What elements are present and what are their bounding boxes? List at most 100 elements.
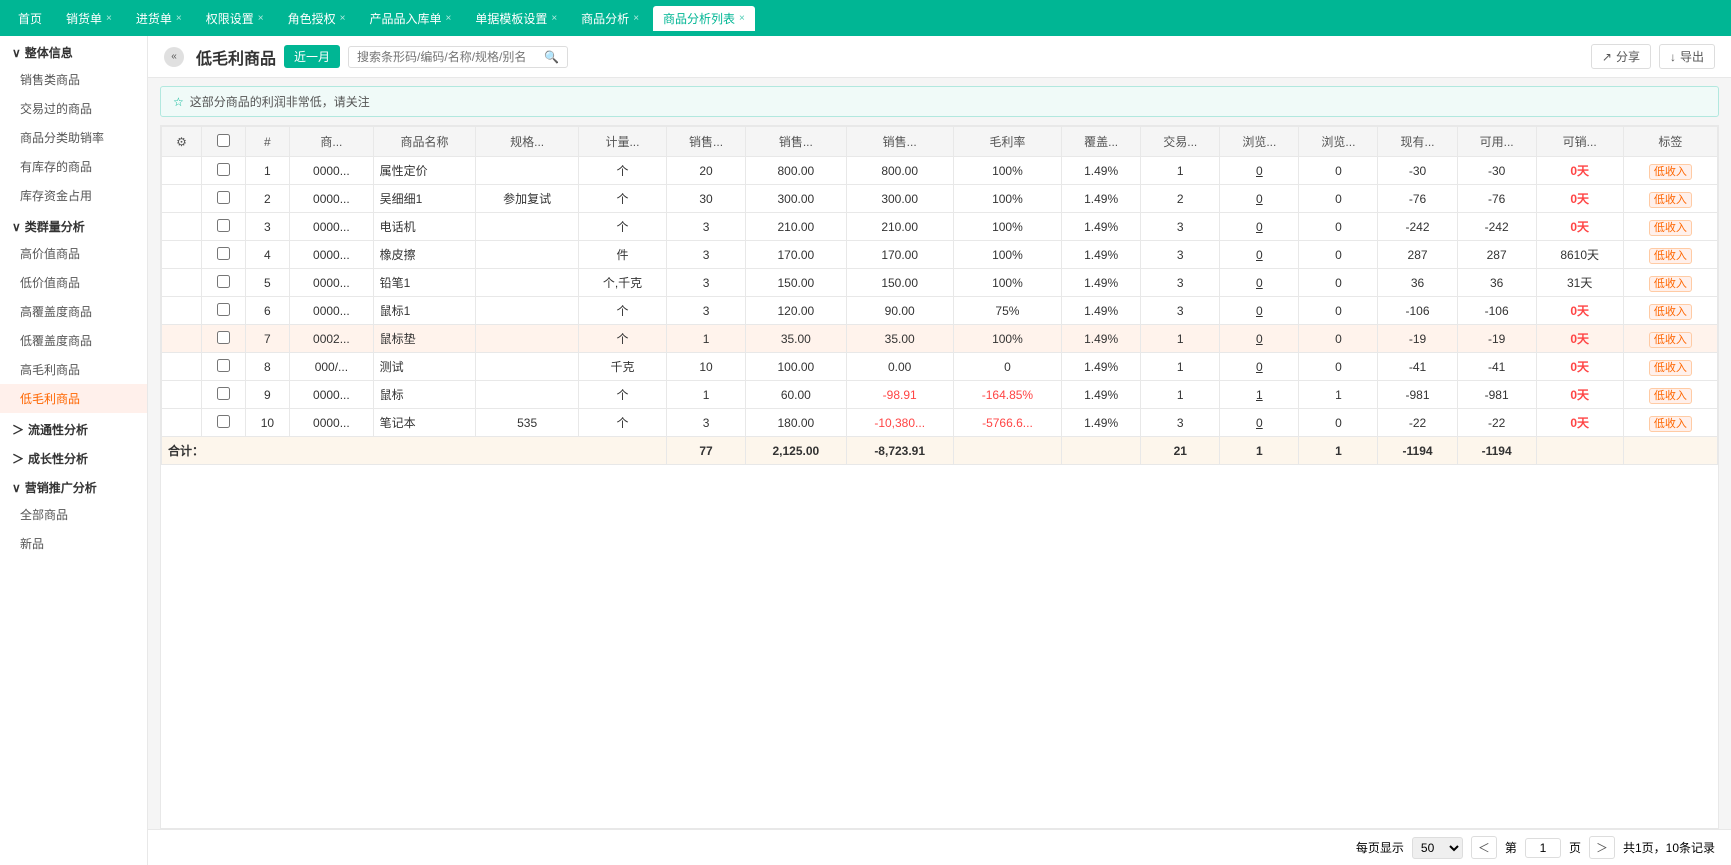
row-checkbox-0[interactable] [217,163,230,176]
col-settings[interactable]: ⚙ [162,127,202,157]
sidebar-item-low-value[interactable]: 低价值商品 [0,268,147,297]
sidebar-item-all-products[interactable]: 全部商品 [0,500,147,529]
nav-close-permission[interactable]: × [258,13,264,24]
nav-product-analysis-list[interactable]: 商品分析列表 × [653,6,755,31]
row-checkbox-2[interactable] [217,219,230,232]
col-check-all[interactable] [201,127,245,157]
row-check[interactable] [201,213,245,241]
row-checkbox-8[interactable] [217,387,230,400]
nav-close-product-in[interactable]: × [445,13,451,24]
row-views1[interactable]: 0 [1220,185,1299,213]
sidebar-item-high-coverage[interactable]: 高覆盖度商品 [0,297,147,326]
row-check[interactable] [201,381,245,409]
search-icon[interactable]: 🔍 [544,50,559,64]
sidebar-item-low-gross[interactable]: 低毛利商品 [0,384,147,413]
row-views1[interactable]: 1 [1220,381,1299,409]
row-checkbox-9[interactable] [217,415,230,428]
sidebar-item-sales-category[interactable]: 销售类商品 [0,65,147,94]
collapse-sidebar-btn[interactable]: « [164,47,184,67]
col-current[interactable]: 现有... [1378,127,1457,157]
nav-home[interactable]: 首页 [8,6,52,31]
nav-close-role[interactable]: × [340,13,346,24]
select-all-checkbox[interactable] [217,134,230,147]
col-transactions[interactable]: 交易... [1141,127,1220,157]
row-checkbox-1[interactable] [217,191,230,204]
export-btn[interactable]: ↓ 导出 [1659,44,1715,69]
col-tag[interactable]: 标签 [1623,127,1717,157]
nav-purchase-order[interactable]: 进货单 × [126,6,192,31]
nav-template[interactable]: 单据模板设置 × [465,6,567,31]
row-checkbox-7[interactable] [217,359,230,372]
filter-recent-month-btn[interactable]: 近一月 [284,45,340,68]
row-sales-price: 210.00 [746,213,846,241]
row-current: -22 [1378,409,1457,437]
row-checkbox-4[interactable] [217,275,230,288]
sidebar-item-low-coverage[interactable]: 低覆盖度商品 [0,326,147,355]
col-code[interactable]: 商... [290,127,374,157]
nav-permission[interactable]: 权限设置 × [196,6,274,31]
row-code: 0000... [290,409,374,437]
col-saleable[interactable]: 可销... [1536,127,1623,157]
nav-product-analysis[interactable]: 商品分析 × [571,6,649,31]
row-checkbox-3[interactable] [217,247,230,260]
sidebar-group-marketing[interactable]: ∨ 营销推广分析 [0,471,147,500]
row-checkbox-6[interactable] [217,331,230,344]
col-sales-count[interactable]: 销售... [667,127,746,157]
sidebar-group-cluster[interactable]: ∨ 类群量分析 [0,210,147,239]
row-views1[interactable]: 0 [1220,213,1299,241]
row-views1[interactable]: 0 [1220,241,1299,269]
row-check[interactable] [201,185,245,213]
row-check[interactable] [201,241,245,269]
page-number-input[interactable] [1525,838,1561,858]
col-name[interactable]: 商品名称 [373,127,476,157]
row-check[interactable] [201,325,245,353]
sidebar-item-in-stock[interactable]: 有库存的商品 [0,152,147,181]
sidebar-item-traded[interactable]: 交易过的商品 [0,94,147,123]
row-views1[interactable]: 0 [1220,325,1299,353]
share-btn[interactable]: ↗ 分享 [1591,44,1651,69]
col-coverage[interactable]: 覆盖... [1062,127,1141,157]
row-views1[interactable]: 0 [1220,409,1299,437]
sidebar-group-liquidity[interactable]: ＞ 流通性分析 [0,413,147,442]
row-available: -19 [1457,325,1536,353]
col-available[interactable]: 可用... [1457,127,1536,157]
nav-close-product-analysis-list[interactable]: × [739,13,745,24]
col-sales-price[interactable]: 销售... [746,127,846,157]
sidebar-item-high-gross[interactable]: 高毛利商品 [0,355,147,384]
row-check[interactable] [201,409,245,437]
nav-close-purchase[interactable]: × [176,13,182,24]
row-views1[interactable]: 0 [1220,269,1299,297]
row-checkbox-5[interactable] [217,303,230,316]
nav-product-in[interactable]: 产品品入库单 × [359,6,461,31]
col-views1[interactable]: 浏览... [1220,127,1299,157]
col-spec[interactable]: 规格... [476,127,579,157]
nav-close-product-analysis[interactable]: × [633,13,639,24]
nav-close-template[interactable]: × [551,13,557,24]
row-views1[interactable]: 0 [1220,297,1299,325]
row-views1[interactable]: 0 [1220,353,1299,381]
search-input[interactable] [357,50,540,64]
row-check[interactable] [201,157,245,185]
sidebar-item-high-value[interactable]: 高价值商品 [0,239,147,268]
next-page-btn[interactable]: ＞ [1589,836,1615,859]
sidebar-item-category-rate[interactable]: 商品分类助销率 [0,123,147,152]
page-size-select[interactable]: 50 100 200 [1412,837,1463,859]
nav-sales-order[interactable]: 销货单 × [56,6,122,31]
row-check[interactable] [201,353,245,381]
prev-page-btn[interactable]: ＜ [1471,836,1497,859]
sidebar-item-new-products[interactable]: 新品 [0,529,147,558]
sidebar-group-overall[interactable]: ∨ 整体信息 [0,36,147,65]
footer-label: 合计： [162,437,667,465]
row-check[interactable] [201,269,245,297]
row-views1[interactable]: 0 [1220,157,1299,185]
col-gross-rate[interactable]: 毛利率 [953,127,1061,157]
nav-role[interactable]: 角色授权 × [278,6,356,31]
col-views2[interactable]: 浏览... [1299,127,1378,157]
col-sales-amount[interactable]: 销售... [846,127,953,157]
col-unit[interactable]: 计量... [578,127,666,157]
sidebar-item-capital[interactable]: 库存资金占用 [0,181,147,210]
row-views2: 1 [1299,381,1378,409]
row-check[interactable] [201,297,245,325]
sidebar-group-growth[interactable]: ＞ 成长性分析 [0,442,147,471]
nav-close-sales[interactable]: × [106,13,112,24]
